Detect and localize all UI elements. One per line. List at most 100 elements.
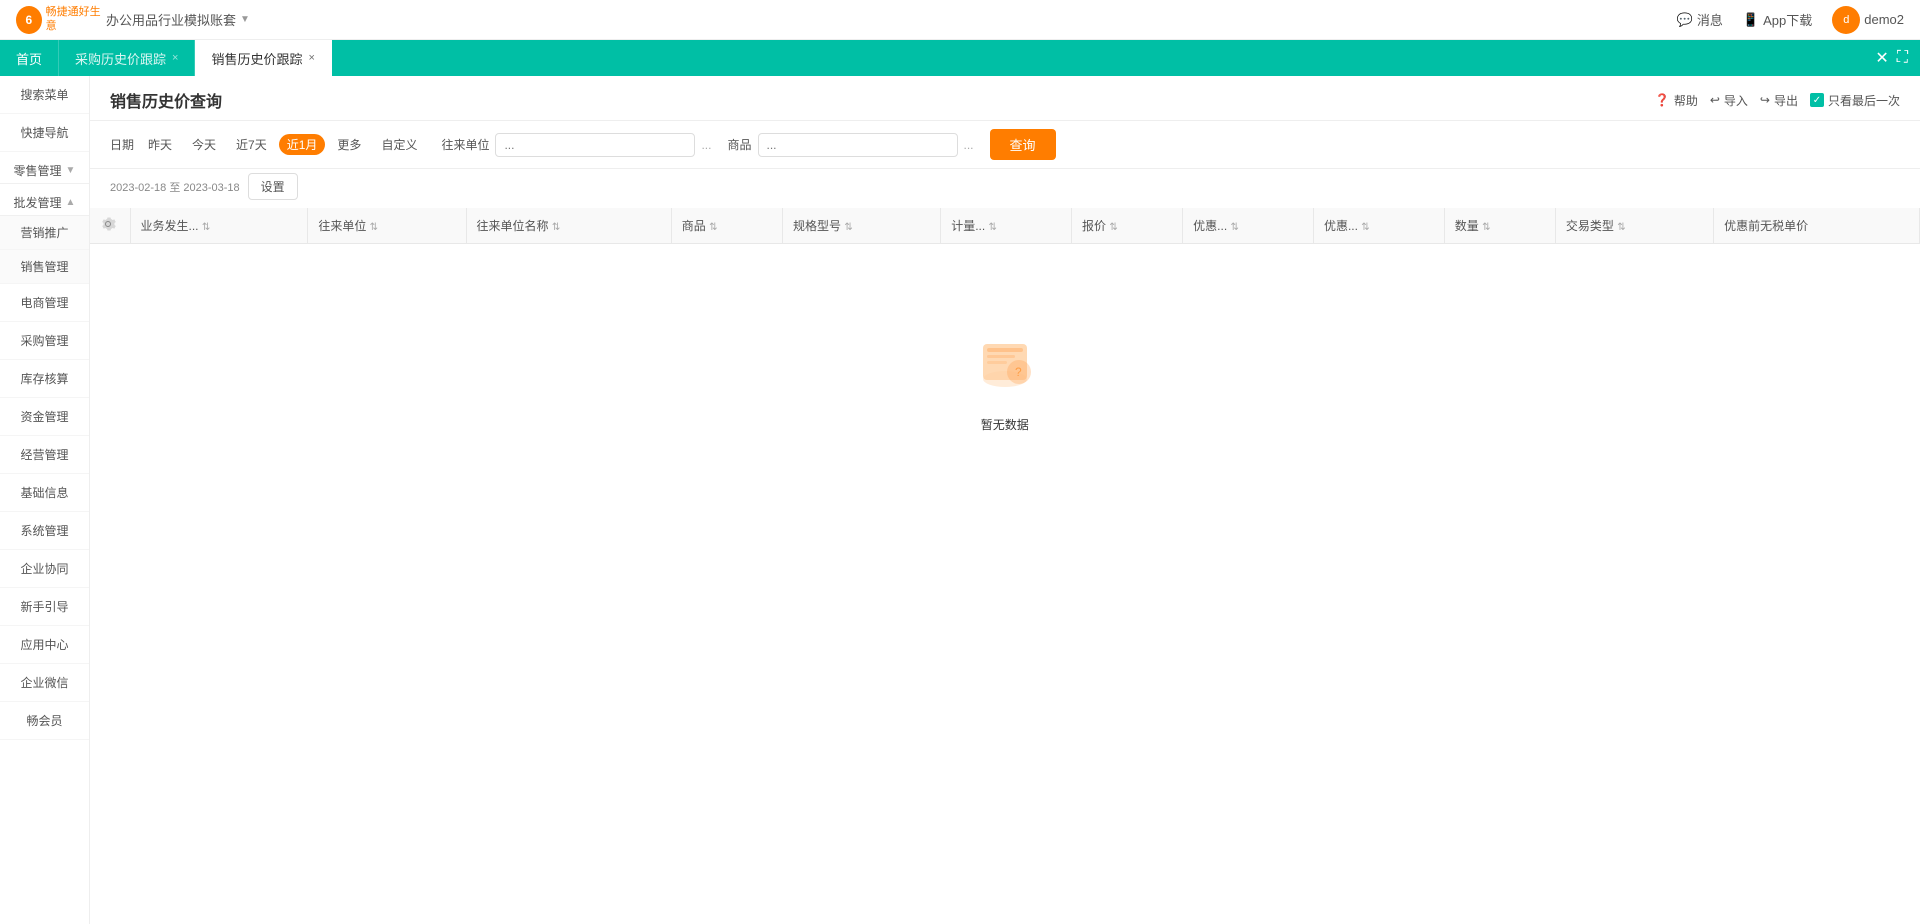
filter-bar: 日期 昨天 今天 近7天 近1月 更多 自定义 往来单位 ... 商品 ... bbox=[90, 121, 1920, 169]
sidebar-item-wholesale-mgmt[interactable]: 批发管理 ▲ bbox=[0, 184, 89, 216]
sidebar-item-app-center[interactable]: 应用中心 bbox=[0, 626, 89, 664]
page-title: 销售历史价查询 bbox=[110, 88, 222, 112]
user-avatar-button[interactable]: d demo2 bbox=[1832, 6, 1904, 34]
quick-nav-label: 快捷导航 bbox=[20, 124, 68, 141]
settings-button[interactable]: 设置 bbox=[248, 173, 298, 200]
table-body: ? 暂无数据 bbox=[90, 244, 1920, 514]
sidebar-item-sales-mgmt[interactable]: 销售管理 bbox=[0, 250, 89, 284]
maximize-icon[interactable]: ⛶ bbox=[1897, 49, 1908, 67]
empty-state: ? 暂无数据 bbox=[90, 244, 1920, 513]
tab-sales-history-label: 销售历史价跟踪 bbox=[211, 49, 302, 68]
retail-mgmt-label: 零售管理 bbox=[14, 162, 62, 179]
system-mgmt-label: 系统管理 bbox=[20, 522, 68, 539]
empty-text: 暂无数据 bbox=[981, 416, 1029, 433]
sidebar-item-ops-mgmt[interactable]: 经营管理 bbox=[0, 436, 89, 474]
counter-party-more-icon[interactable]: ... bbox=[701, 138, 711, 152]
sidebar-item-retail-mgmt[interactable]: 零售管理 ▼ bbox=[0, 152, 89, 184]
col-counter-party-code[interactable]: 往来单位 ⇅ bbox=[308, 208, 466, 244]
checkbox-icon: ✓ bbox=[1810, 93, 1824, 107]
query-button[interactable]: 查询 bbox=[990, 129, 1056, 160]
sidebar-item-quick-nav[interactable]: 快捷导航 bbox=[0, 114, 89, 152]
ecommerce-mgmt-label: 电商管理 bbox=[20, 294, 68, 311]
sort-icon: ⇅ bbox=[709, 222, 717, 233]
col-spec[interactable]: 规格型号 ⇅ bbox=[782, 208, 940, 244]
import-button[interactable]: ↩ 导入 bbox=[1710, 92, 1748, 109]
date-option-last7days[interactable]: 近7天 bbox=[228, 134, 275, 155]
date-option-custom[interactable]: 自定义 bbox=[373, 134, 425, 155]
close-icon[interactable]: × bbox=[172, 52, 178, 64]
sidebar-item-marketing[interactable]: 营销推广 bbox=[0, 216, 89, 250]
message-button[interactable]: 💬 消息 bbox=[1677, 10, 1723, 29]
col-biz-date[interactable]: 业务发生... ⇅ bbox=[130, 208, 308, 244]
marketing-label: 营销推广 bbox=[20, 226, 68, 240]
tab-home-label: 首页 bbox=[16, 49, 42, 68]
col-discount1-label: 优惠... bbox=[1193, 219, 1227, 233]
only-last-check[interactable]: ✓ 只看最后一次 bbox=[1810, 92, 1900, 109]
close-window-icon[interactable]: ✕ bbox=[1875, 48, 1888, 68]
empty-icon: ? bbox=[965, 324, 1045, 404]
col-trade-type[interactable]: 交易类型 ⇅ bbox=[1555, 208, 1713, 244]
sidebar-item-member[interactable]: 畅会员 bbox=[0, 702, 89, 740]
counter-party-filter-group: 往来单位 ... bbox=[441, 133, 711, 157]
help-button[interactable]: ❓ 帮助 bbox=[1655, 92, 1698, 109]
col-discount2[interactable]: 优惠... ⇅ bbox=[1313, 208, 1444, 244]
col-pretax-price[interactable]: 优惠前无税单价 bbox=[1714, 208, 1920, 244]
col-product[interactable]: 商品 ⇅ bbox=[671, 208, 782, 244]
sidebar-item-ecommerce-mgmt[interactable]: 电商管理 bbox=[0, 284, 89, 322]
app-download-button[interactable]: 📱 App下载 bbox=[1743, 10, 1812, 29]
date-option-last1month[interactable]: 近1月 bbox=[279, 134, 326, 155]
help-label: 帮助 bbox=[1674, 92, 1698, 109]
workspace-selector[interactable]: 办公用品行业模拟账套 ▼ bbox=[106, 10, 1677, 29]
data-table: 业务发生... ⇅ 往来单位 ⇅ 往来单位名称 ⇅ 商品 bbox=[90, 208, 1920, 513]
col-biz-date-label: 业务发生... bbox=[141, 219, 199, 233]
sidebar-item-new-guide[interactable]: 新手引导 bbox=[0, 588, 89, 626]
user-initial: d bbox=[1843, 14, 1849, 26]
chevron-down-icon: ▼ bbox=[240, 14, 250, 25]
product-input[interactable] bbox=[758, 133, 958, 157]
col-discount2-label: 优惠... bbox=[1324, 219, 1358, 233]
sort-icon: ⇅ bbox=[1109, 222, 1117, 233]
sort-icon: ⇅ bbox=[1482, 222, 1490, 233]
date-option-yesterday[interactable]: 昨天 bbox=[140, 134, 180, 155]
counter-party-input[interactable] bbox=[495, 133, 695, 157]
logo-text: 畅捷通好生意 bbox=[46, 6, 106, 32]
svg-text:?: ? bbox=[1015, 365, 1022, 379]
date-option-more[interactable]: 更多 bbox=[329, 134, 369, 155]
page-actions: ❓ 帮助 ↩ 导入 ↪ 导出 ✓ 只看最后一次 bbox=[1655, 92, 1900, 109]
tab-sales-history[interactable]: 销售历史价跟踪 × bbox=[195, 40, 331, 76]
col-discount1[interactable]: 优惠... ⇅ bbox=[1183, 208, 1314, 244]
sidebar-item-system-mgmt[interactable]: 系统管理 bbox=[0, 512, 89, 550]
top-bar: 6 畅捷通好生意 办公用品行业模拟账套 ▼ 💬 消息 📱 App下载 d dem… bbox=[0, 0, 1920, 40]
close-icon[interactable]: × bbox=[308, 52, 314, 64]
sort-icon: ⇅ bbox=[370, 222, 378, 233]
enterprise-collab-label: 企业协同 bbox=[20, 560, 68, 577]
col-unit[interactable]: 计量... ⇅ bbox=[941, 208, 1072, 244]
col-counter-party-name[interactable]: 往来单位名称 ⇅ bbox=[466, 208, 671, 244]
sidebar-item-fund-mgmt[interactable]: 资金管理 bbox=[0, 398, 89, 436]
page-header: 销售历史价查询 ❓ 帮助 ↩ 导入 ↪ 导出 ✓ 只看最后一次 bbox=[90, 76, 1920, 121]
fund-mgmt-label: 资金管理 bbox=[20, 408, 68, 425]
content-area: 销售历史价查询 ❓ 帮助 ↩ 导入 ↪ 导出 ✓ 只看最后一次 bbox=[90, 76, 1920, 924]
sidebar-item-purchase-mgmt[interactable]: 采购管理 bbox=[0, 322, 89, 360]
tab-purchase-history[interactable]: 采购历史价跟踪 × bbox=[59, 40, 195, 76]
date-label: 日期 bbox=[110, 136, 134, 153]
col-quantity[interactable]: 数量 ⇅ bbox=[1444, 208, 1555, 244]
sidebar-item-enterprise-collab[interactable]: 企业协同 bbox=[0, 550, 89, 588]
tab-home[interactable]: 首页 bbox=[0, 40, 59, 76]
col-settings[interactable] bbox=[90, 208, 130, 244]
sidebar-item-enterprise-wechat[interactable]: 企业微信 bbox=[0, 664, 89, 702]
col-quoted-price[interactable]: 报价 ⇅ bbox=[1071, 208, 1182, 244]
sidebar-item-inventory-check[interactable]: 库存核算 bbox=[0, 360, 89, 398]
sidebar-item-basic-info[interactable]: 基础信息 bbox=[0, 474, 89, 512]
product-more-icon[interactable]: ... bbox=[964, 138, 974, 152]
tab-purchase-history-label: 采购历史价跟踪 bbox=[75, 49, 166, 68]
date-option-today[interactable]: 今天 bbox=[184, 134, 224, 155]
wholesale-mgmt-label: 批发管理 bbox=[14, 194, 62, 211]
filter-row2: 2023-02-18 至 2023-03-18 设置 bbox=[90, 169, 1920, 208]
sidebar-item-search-menu[interactable]: 搜索菜单 bbox=[0, 76, 89, 114]
col-product-label: 商品 bbox=[682, 219, 706, 233]
export-button[interactable]: ↪ 导出 bbox=[1760, 92, 1798, 109]
product-label: 商品 bbox=[727, 136, 751, 153]
member-label: 畅会员 bbox=[26, 712, 62, 729]
col-spec-label: 规格型号 bbox=[793, 219, 841, 233]
